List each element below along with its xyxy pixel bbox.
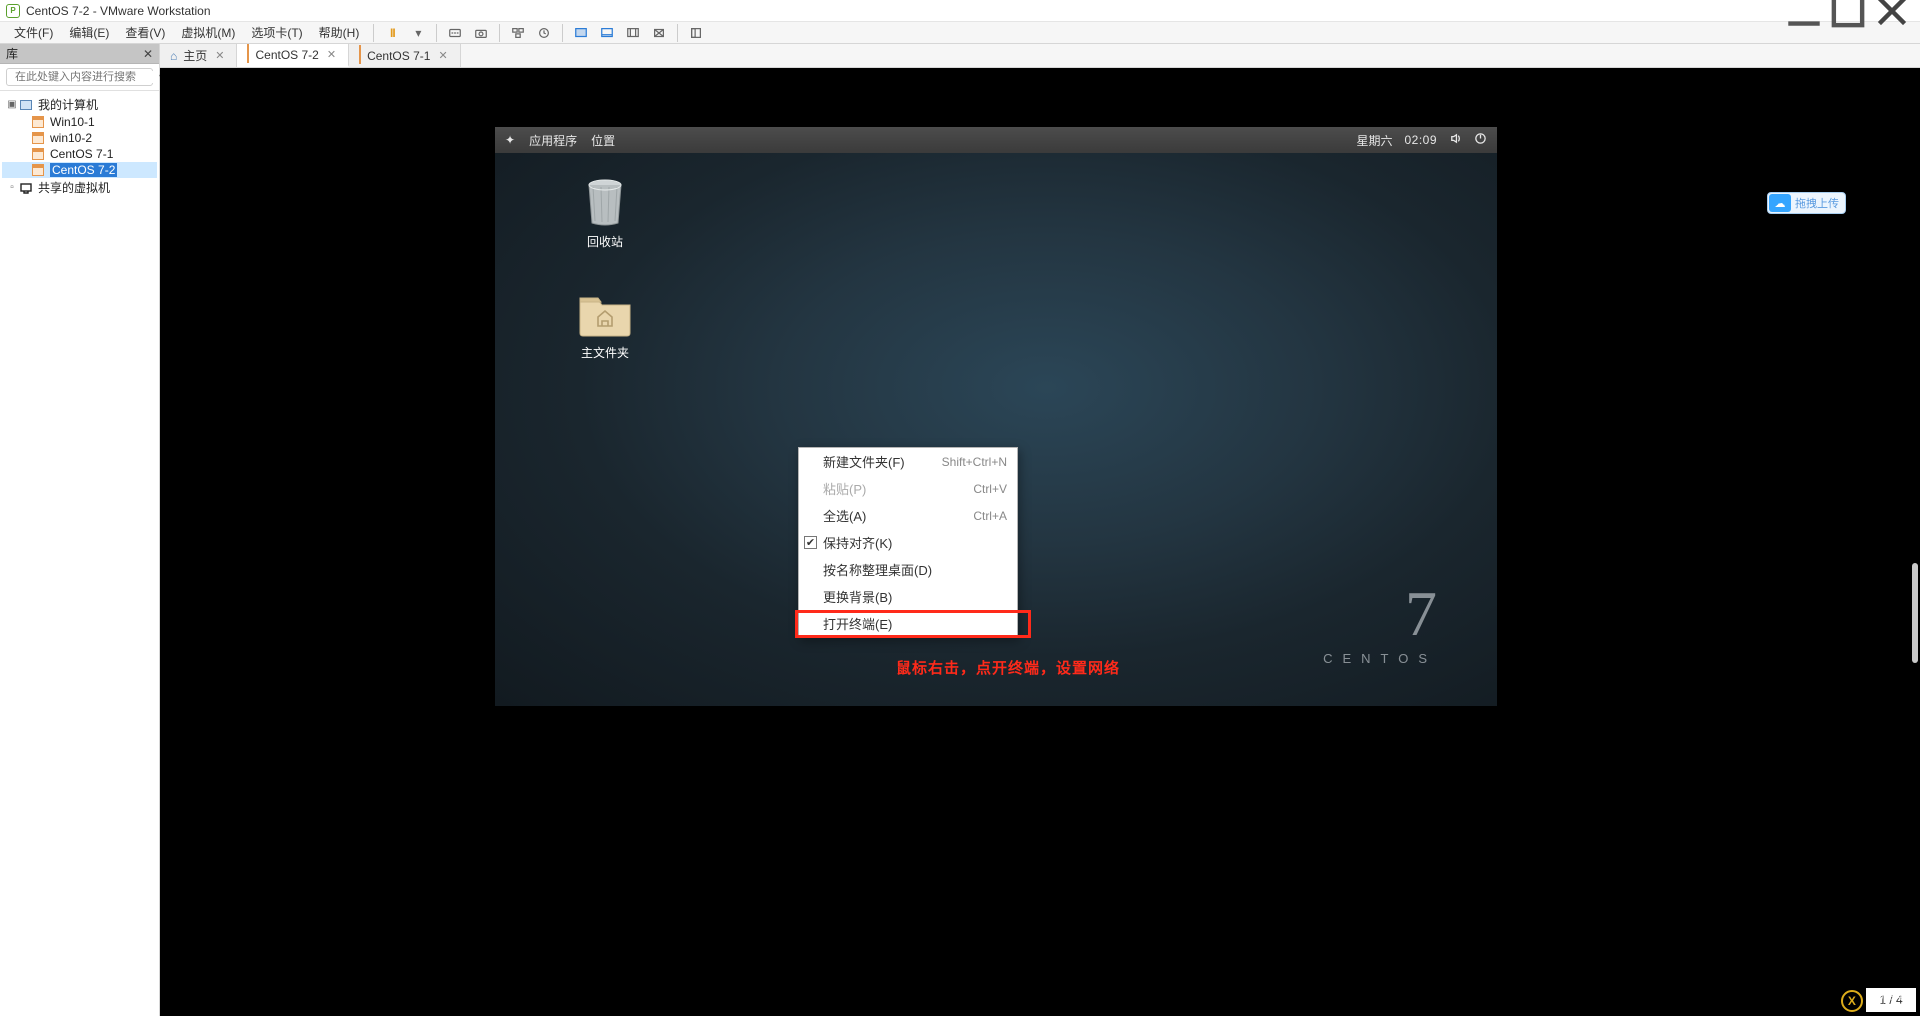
tree-item-centos-7-2[interactable]: CentOS 7-2 (2, 162, 157, 178)
menubar: 文件(F) 编辑(E) 查看(V) 虚拟机(M) 选项卡(T) 帮助(H) II… (0, 22, 1920, 44)
thumbnail-bar-icon[interactable] (684, 23, 708, 43)
app-icon: P (6, 4, 20, 18)
tab-centos-7-2-label: CentOS 7-2 (255, 48, 318, 62)
watermark-icon: X (1841, 990, 1863, 1012)
toolbar: II ▾ (380, 23, 708, 43)
library-title: 库 (6, 45, 18, 62)
ctx-paste: 粘贴(P) Ctrl+V (799, 475, 1017, 502)
maximize-button[interactable] (1826, 0, 1870, 22)
ctx-change-background[interactable]: 更换背景(B) (799, 583, 1017, 610)
tab-bar: ⌂ 主页 ✕ CentOS 7-2 ✕ CentOS 7-1 ✕ (160, 44, 1920, 68)
vm-tab-icon (359, 49, 361, 63)
home-folder-icon[interactable]: 主文件夹 (550, 290, 660, 361)
menu-file[interactable]: 文件(F) (6, 24, 61, 41)
ctx-keep-aligned[interactable]: ✔ 保持对齐(K) (799, 529, 1017, 556)
tree-root-my-computer[interactable]: ▣ 我的计算机 (2, 95, 157, 114)
cloud-icon: ☁ (1769, 194, 1791, 212)
tab-centos-7-2[interactable]: CentOS 7-2 ✕ (237, 44, 349, 67)
close-button[interactable] (1870, 0, 1914, 22)
checkbox-icon: ✔ (804, 536, 817, 549)
vm-icon (32, 148, 44, 160)
trash-label: 回收站 (587, 233, 623, 250)
library-tree: ▣ 我的计算机 Win10-1 win10-2 CentOS 7-1 CentO… (0, 91, 159, 201)
library-sidebar: 库 ✕ ▾ ▣ 我的计算机 Win10-1 win10-2 CentOS 7-1… (0, 44, 160, 1016)
desktop-icons: 回收站 主文件夹 (550, 177, 660, 401)
ctx-organize-by-name[interactable]: 按名称整理桌面(D) (799, 556, 1017, 583)
tree-item-centos-7-1[interactable]: CentOS 7-1 (2, 146, 157, 162)
vm-viewer[interactable]: ✦ 应用程序 位置 星期六 02:09 (160, 68, 1920, 1016)
vm-icon (32, 116, 44, 128)
volume-icon[interactable] (1449, 132, 1462, 148)
vm-tab-icon (247, 48, 249, 62)
annotation-text: 鼠标右击，点开终端，设置网络 (896, 657, 1120, 678)
close-library-button[interactable]: ✕ (143, 47, 153, 61)
ctx-new-folder[interactable]: 新建文件夹(F) Shift+Ctrl+N (799, 448, 1017, 475)
tab-centos-7-1[interactable]: CentOS 7-1 ✕ (349, 44, 461, 67)
tree-item-win10-2[interactable]: win10-2 (2, 130, 157, 146)
tab-centos-7-1-label: CentOS 7-1 (367, 49, 430, 63)
trash-icon[interactable]: 回收站 (550, 177, 660, 250)
menu-tabs[interactable]: 选项卡(T) (243, 24, 310, 41)
home-folder-label: 主文件夹 (581, 344, 629, 361)
home-icon: ⌂ (170, 49, 177, 63)
vm-icon (32, 164, 44, 176)
upload-badge[interactable]: ☁ 拖拽上传 (1767, 192, 1846, 214)
minimize-button[interactable] (1782, 0, 1826, 22)
send-ctrl-alt-del-icon[interactable] (443, 23, 467, 43)
revert-icon[interactable] (532, 23, 556, 43)
vm-icon (32, 132, 44, 144)
shared-icon (19, 181, 33, 195)
scrollbar-thumb[interactable] (1912, 563, 1918, 663)
window-titlebar: P CentOS 7-2 - VMware Workstation (0, 0, 1920, 22)
unity-icon[interactable] (595, 23, 619, 43)
gnome-day: 星期六 (1356, 132, 1392, 149)
pause-button[interactable]: II (380, 23, 404, 43)
main-area: ⌂ 主页 ✕ CentOS 7-2 ✕ CentOS 7-1 ✕ ✦ (160, 44, 1920, 1016)
stretch-icon[interactable] (647, 23, 671, 43)
desktop-context-menu: 新建文件夹(F) Shift+Ctrl+N 粘贴(P) Ctrl+V 全选(A)… (798, 447, 1018, 638)
tab-home-label: 主页 (183, 47, 207, 64)
snapshot-icon[interactable] (469, 23, 493, 43)
watermark: X 创新互联 CDCXHL.COM (1841, 990, 1914, 1012)
computer-icon (20, 100, 32, 110)
snapshot-manager-icon[interactable] (506, 23, 530, 43)
tree-item-win10-1[interactable]: Win10-1 (2, 114, 157, 130)
window-title: CentOS 7-2 - VMware Workstation (26, 4, 211, 18)
toolbar-dropdown[interactable]: ▾ (406, 23, 430, 43)
search-input[interactable] (15, 71, 157, 83)
gnome-top-bar: ✦ 应用程序 位置 星期六 02:09 (495, 127, 1497, 153)
ctx-open-terminal[interactable]: 打开终端(E) (799, 610, 1017, 637)
tab-centos-7-2-close[interactable]: ✕ (325, 48, 338, 61)
gnome-places[interactable]: 位置 (591, 132, 615, 149)
menu-view[interactable]: 查看(V) (117, 24, 173, 41)
power-icon[interactable] (1474, 132, 1487, 148)
tab-centos-7-1-close[interactable]: ✕ (436, 49, 449, 62)
library-header: 库 ✕ (0, 44, 159, 64)
gnome-applications[interactable]: 应用程序 (529, 132, 577, 149)
tree-root-shared[interactable]: ▫ 共享的虚拟机 (2, 178, 157, 197)
menu-edit[interactable]: 编辑(E) (61, 24, 117, 41)
console-view-icon[interactable] (621, 23, 645, 43)
tab-home[interactable]: ⌂ 主页 ✕ (160, 44, 237, 67)
activities-icon[interactable]: ✦ (505, 133, 515, 147)
fullscreen-icon[interactable] (569, 23, 593, 43)
tab-home-close[interactable]: ✕ (213, 49, 226, 62)
centos-logo: 7 CENTOS (1323, 577, 1437, 666)
menu-vm[interactable]: 虚拟机(M) (173, 24, 243, 41)
menu-help[interactable]: 帮助(H) (311, 24, 368, 41)
gnome-time: 02:09 (1404, 133, 1437, 147)
ctx-select-all[interactable]: 全选(A) Ctrl+A (799, 502, 1017, 529)
library-search: ▾ (0, 64, 159, 91)
